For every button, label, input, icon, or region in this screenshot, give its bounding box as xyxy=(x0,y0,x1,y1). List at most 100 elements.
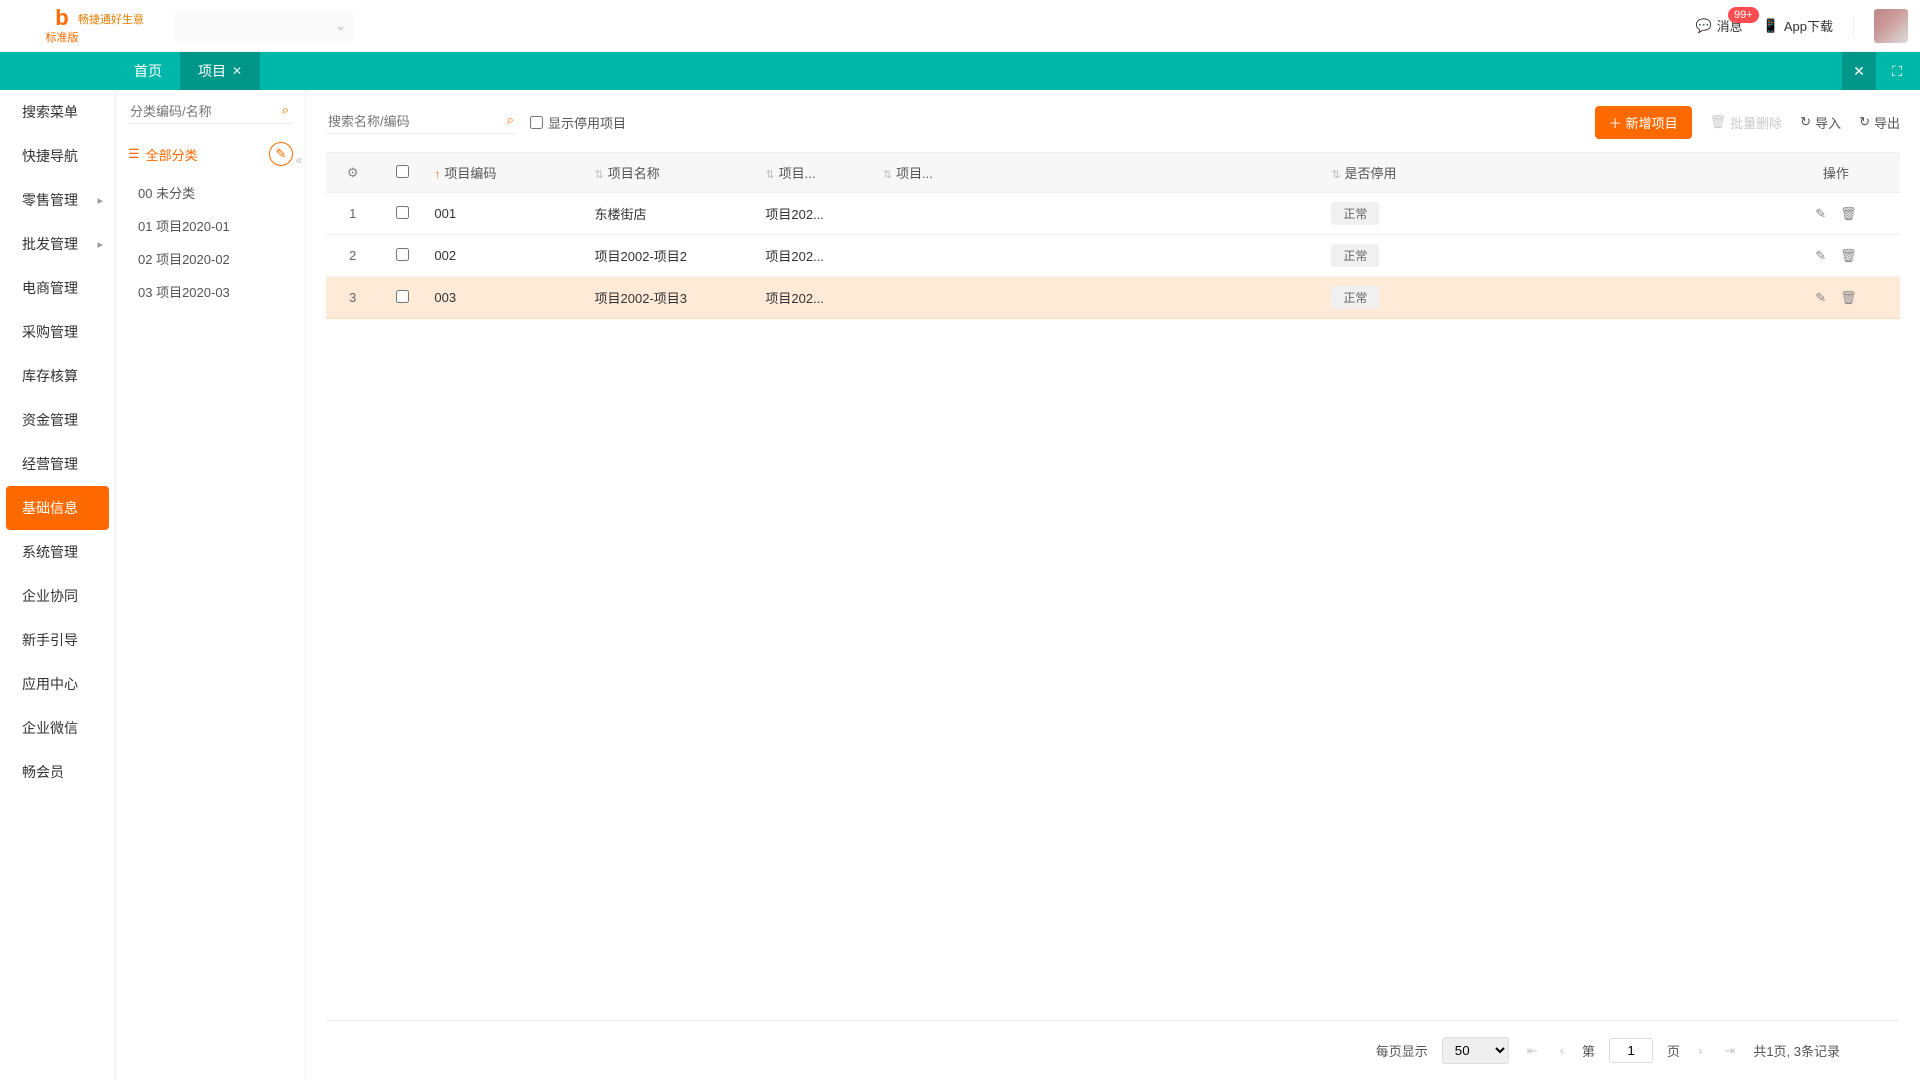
row-t2 xyxy=(875,277,1323,319)
fullscreen-button[interactable]: ⛶ xyxy=(1882,52,1912,90)
sidebar-item[interactable]: 畅会员 xyxy=(0,750,115,794)
first-page-button[interactable]: ⇤ xyxy=(1523,1043,1542,1059)
category-item[interactable]: 02 项目2020-02 xyxy=(116,242,305,275)
row-name: 项目2002-项目3 xyxy=(587,277,758,319)
batch-delete-button: 🗑 批量删除 xyxy=(1710,113,1783,132)
brand-small: 畅捷通好生意 xyxy=(78,11,144,27)
row-status: 正常 xyxy=(1323,193,1771,235)
category-list: 00 未分类01 项目2020-0102 项目2020-0203 项目2020-… xyxy=(116,174,305,310)
sidebar-item[interactable]: 零售管理 xyxy=(0,178,115,222)
sidebar-item[interactable]: 电商管理 xyxy=(0,266,115,310)
page-suffix: 页 xyxy=(1667,1041,1680,1060)
app-download-button[interactable]: 📱 App下载 xyxy=(1763,16,1833,35)
gear-icon[interactable]: ⚙ xyxy=(347,165,359,180)
next-page-button[interactable]: › xyxy=(1694,1043,1706,1058)
sidebar-item[interactable]: 基础信息 xyxy=(6,486,109,530)
row-t2 xyxy=(875,235,1323,277)
add-project-button[interactable]: ＋ 新增项目 xyxy=(1595,106,1692,139)
search-icon[interactable]: ⌕ xyxy=(507,112,514,128)
pagination: 每页显示 50 ⇤ ‹ 第 页 › ⇥ 共1页, 3条记录 xyxy=(326,1020,1900,1080)
message-button[interactable]: 💬 消息 99+ xyxy=(1695,16,1742,35)
page-input[interactable] xyxy=(1609,1038,1653,1063)
sidebar-item[interactable]: 快捷导航 xyxy=(0,134,115,178)
category-item[interactable]: 03 项目2020-03 xyxy=(116,275,305,308)
sidebar-item[interactable]: 企业协同 xyxy=(0,574,115,618)
page-summary: 共1页, 3条记录 xyxy=(1753,1041,1840,1060)
import-icon: ↻ xyxy=(1800,114,1811,130)
row-checkbox[interactable] xyxy=(396,290,409,303)
category-all[interactable]: ☰ 全部分类 ✎ xyxy=(116,134,305,174)
tab-home-label: 首页 xyxy=(134,61,162,81)
content-area: ⌕ 显示停用项目 ＋ 新增项目 🗑 批量删除 ↻ 导入 xyxy=(306,90,1920,1080)
row-t1: 项目202... xyxy=(757,193,874,235)
sidebar-item[interactable]: 新手引导 xyxy=(0,618,115,662)
col-code[interactable]: 项目编码 xyxy=(426,153,586,193)
close-all-tabs[interactable]: ✕ xyxy=(1842,52,1876,90)
delete-icon[interactable]: 🗑 xyxy=(1840,206,1857,222)
prev-page-button[interactable]: ‹ xyxy=(1556,1043,1568,1058)
col-stop[interactable]: 是否停用 xyxy=(1323,153,1771,193)
delete-icon[interactable]: 🗑 xyxy=(1840,290,1857,306)
collapse-panel-button[interactable]: « xyxy=(291,140,307,180)
plus-icon: ＋ xyxy=(1609,113,1622,132)
category-search: ⌕ xyxy=(116,90,305,134)
table-row[interactable]: 1001东楼街店项目202...正常✎🗑 xyxy=(326,193,1900,235)
close-icon: ✕ xyxy=(1853,63,1865,80)
table-row[interactable]: 2002项目2002-项目2项目202...正常✎🗑 xyxy=(326,235,1900,277)
import-label: 导入 xyxy=(1815,113,1841,132)
row-status: 正常 xyxy=(1323,235,1771,277)
search-input[interactable] xyxy=(326,110,516,134)
edit-icon[interactable]: ✎ xyxy=(1815,248,1826,264)
sidebar-item[interactable]: 批发管理 xyxy=(0,222,115,266)
divider xyxy=(1853,15,1854,37)
last-page-button[interactable]: ⇥ xyxy=(1720,1043,1739,1059)
edit-icon[interactable]: ✎ xyxy=(1815,206,1826,222)
show-disabled-input[interactable] xyxy=(530,116,543,129)
chevron-down-icon: ⌄ xyxy=(335,18,346,34)
category-search-input[interactable] xyxy=(128,100,293,124)
sidebar-item[interactable]: 企业微信 xyxy=(0,706,115,750)
per-page-select[interactable]: 50 xyxy=(1442,1037,1509,1064)
sidebar: 搜索菜单快捷导航零售管理批发管理电商管理采购管理库存核算资金管理经营管理基础信息… xyxy=(0,90,116,1080)
export-button[interactable]: ↻ 导出 xyxy=(1859,113,1900,132)
sidebar-item[interactable]: 经营管理 xyxy=(0,442,115,486)
col-name[interactable]: 项目名称 xyxy=(587,153,758,193)
search-icon[interactable]: ⌕ xyxy=(282,102,289,118)
sidebar-item[interactable]: 应用中心 xyxy=(0,662,115,706)
category-all-label: 全部分类 xyxy=(146,145,198,164)
sidebar-item[interactable]: 搜索菜单 xyxy=(0,90,115,134)
chat-icon: 💬 xyxy=(1695,18,1711,34)
delete-icon[interactable]: 🗑 xyxy=(1840,248,1857,264)
row-checkbox[interactable] xyxy=(396,248,409,261)
tab-project-label: 项目 xyxy=(198,61,226,81)
trash-icon: 🗑 xyxy=(1710,114,1727,130)
tab-project[interactable]: 项目 ✕ xyxy=(180,52,260,90)
col-t2[interactable]: 项目... xyxy=(875,153,1323,193)
toolbar: ⌕ 显示停用项目 ＋ 新增项目 🗑 批量删除 ↻ 导入 xyxy=(326,102,1900,142)
category-item[interactable]: 01 项目2020-01 xyxy=(116,209,305,242)
row-checkbox[interactable] xyxy=(396,206,409,219)
message-badge: 99+ xyxy=(1728,7,1759,23)
show-disabled-label: 显示停用项目 xyxy=(548,113,626,132)
sidebar-item[interactable]: 采购管理 xyxy=(0,310,115,354)
select-all-checkbox[interactable] xyxy=(396,165,409,178)
show-disabled-checkbox[interactable]: 显示停用项目 xyxy=(530,113,626,132)
brand-label: 标准版 xyxy=(46,29,79,45)
edit-category-button[interactable]: ✎ xyxy=(269,142,293,166)
phone-icon: 📱 xyxy=(1763,18,1779,34)
col-t1[interactable]: 项目... xyxy=(757,153,874,193)
logo-icon: b xyxy=(55,7,68,29)
row-index: 3 xyxy=(326,277,379,319)
sidebar-item[interactable]: 系统管理 xyxy=(0,530,115,574)
tab-home[interactable]: 首页 xyxy=(116,52,180,90)
row-t2 xyxy=(875,193,1323,235)
avatar[interactable] xyxy=(1874,9,1908,43)
sidebar-item[interactable]: 库存核算 xyxy=(0,354,115,398)
category-item[interactable]: 00 未分类 xyxy=(116,176,305,209)
edit-icon[interactable]: ✎ xyxy=(1815,290,1826,306)
sidebar-item[interactable]: 资金管理 xyxy=(0,398,115,442)
import-button[interactable]: ↻ 导入 xyxy=(1800,113,1841,132)
company-selector[interactable]: ⌄ xyxy=(174,11,354,41)
close-icon[interactable]: ✕ xyxy=(232,64,242,78)
table-row[interactable]: 3003项目2002-项目3项目202...正常✎🗑 xyxy=(326,277,1900,319)
